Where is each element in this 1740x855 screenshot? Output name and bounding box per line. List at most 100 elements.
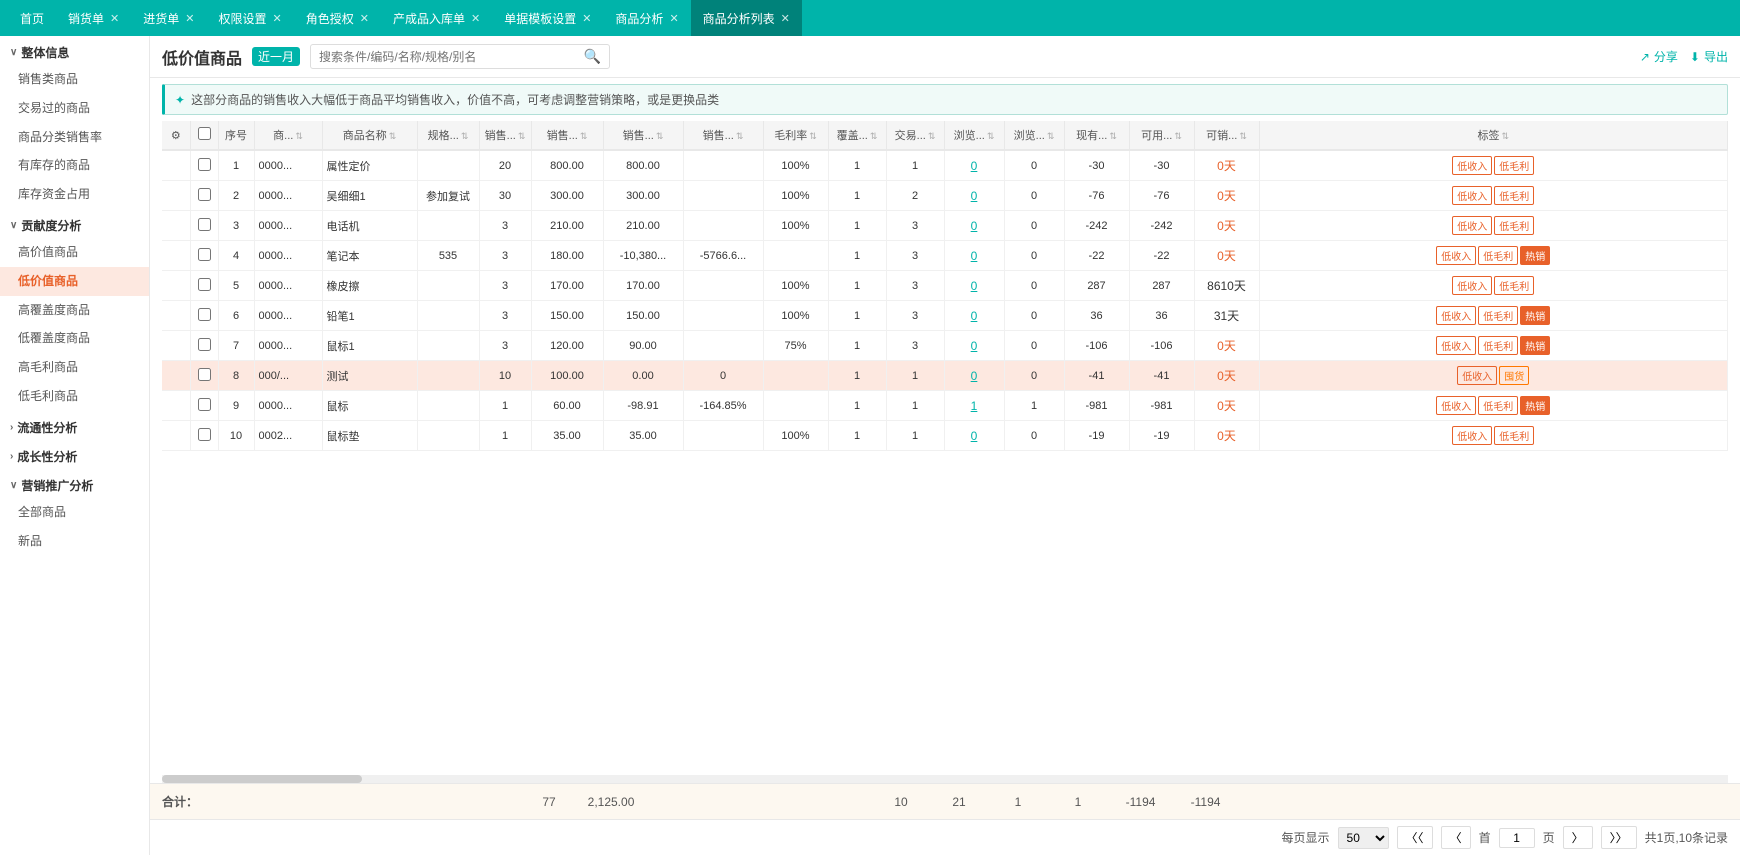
sidebar-item-sales-products[interactable]: 销售类商品 [0,65,149,94]
row-browse1[interactable]: 0 [944,271,1004,301]
row-check[interactable] [190,241,218,271]
sidebar-group-marketing[interactable]: ∨ 营销推广分析 [0,469,149,498]
row-browse1[interactable]: 0 [944,421,1004,451]
horizontal-scrollbar[interactable] [162,775,1728,783]
search-icon[interactable]: 🔍 [584,48,601,65]
col-amt2[interactable]: 销售...⇅ [603,121,683,150]
col-amt3[interactable]: 销售...⇅ [683,121,763,150]
row-checkbox[interactable] [198,398,211,411]
page-size-select[interactable]: 50 100 200 [1338,827,1389,849]
row-checkbox[interactable] [198,278,211,291]
col-spec[interactable]: 规格...⇅ [417,121,479,150]
sidebar-group-circulation[interactable]: › 流通性分析 [0,411,149,440]
sidebar-item-stocked-products[interactable]: 有库存的商品 [0,151,149,180]
row-checkbox[interactable] [198,428,211,441]
col-qty[interactable]: 销售...⇅ [479,121,531,150]
sidebar-item-category-sales-rate[interactable]: 商品分类销售率 [0,123,149,152]
row-check[interactable] [190,211,218,241]
sidebar-item-new-products[interactable]: 新品 [0,527,149,556]
sidebar-group-overall[interactable]: ∨ 整体信息 [0,36,149,65]
col-check-all[interactable] [190,121,218,150]
col-amt1[interactable]: 销售...⇅ [531,121,603,150]
first-page-button[interactable]: 〈〈 [1397,826,1433,849]
row-browse1[interactable]: 0 [944,181,1004,211]
nav-home[interactable]: 首页 [8,0,56,36]
row-check[interactable] [190,421,218,451]
row-browse1[interactable]: 0 [944,150,1004,181]
row-browse1[interactable]: 0 [944,331,1004,361]
nav-role-auth[interactable]: 角色授权 ✕ [294,0,381,36]
nav-template-settings[interactable]: 单据模板设置 ✕ [492,0,603,36]
close-icon[interactable]: ✕ [781,12,790,25]
row-check[interactable] [190,361,218,391]
select-all-checkbox[interactable] [198,127,211,140]
nav-purchase-order[interactable]: 进货单 ✕ [131,0,206,36]
row-browse1[interactable]: 0 [944,361,1004,391]
row-checkbox[interactable] [198,188,211,201]
col-name[interactable]: 商品名称⇅ [322,121,417,150]
col-gross-rate[interactable]: 毛利率⇅ [763,121,828,150]
search-input[interactable] [319,50,578,64]
col-gear[interactable]: ⚙ [162,121,190,150]
row-checkbox[interactable] [198,158,211,171]
row-check[interactable] [190,271,218,301]
nav-product-analysis-list[interactable]: 商品分析列表 ✕ [691,0,802,36]
sidebar-group-growth[interactable]: › 成长性分析 [0,440,149,469]
col-stock1[interactable]: 现有...⇅ [1064,121,1129,150]
sidebar-item-low-coverage[interactable]: 低覆盖度商品 [0,324,149,353]
row-browse1[interactable]: 1 [944,391,1004,421]
nav-product-analysis[interactable]: 商品分析 ✕ [603,0,690,36]
close-icon[interactable]: ✕ [360,12,369,25]
sidebar-item-traded-products[interactable]: 交易过的商品 [0,94,149,123]
close-icon[interactable]: ✕ [582,12,591,25]
close-icon[interactable]: ✕ [185,12,194,25]
row-checkbox[interactable] [198,248,211,261]
col-sellable[interactable]: 可销...⇅ [1194,121,1259,150]
nav-sales-order[interactable]: 销货单 ✕ [56,0,131,36]
col-cover[interactable]: 覆盖...⇅ [828,121,886,150]
row-checkbox[interactable] [198,218,211,231]
col-code[interactable]: 商...⇅ [254,121,322,150]
row-browse1[interactable]: 0 [944,211,1004,241]
sidebar-item-high-coverage[interactable]: 高覆盖度商品 [0,296,149,325]
sidebar-item-low-profit[interactable]: 低毛利商品 [0,382,149,411]
row-check[interactable] [190,181,218,211]
search-box[interactable]: 🔍 [310,44,610,69]
sidebar-item-stock-fund[interactable]: 库存资金占用 [0,180,149,209]
sidebar-group-contribution[interactable]: ∨ 贡献度分析 [0,209,149,238]
sidebar-item-low-value[interactable]: 低价值商品 [0,267,149,296]
col-trade[interactable]: 交易...⇅ [886,121,944,150]
nav-product-inbound[interactable]: 产成品入库单 ✕ [381,0,492,36]
row-check[interactable] [190,150,218,181]
col-browse2[interactable]: 浏览...⇅ [1004,121,1064,150]
sidebar-item-high-value[interactable]: 高价值商品 [0,238,149,267]
row-check[interactable] [190,301,218,331]
sidebar-item-all-products[interactable]: 全部商品 [0,498,149,527]
row-check[interactable] [190,331,218,361]
col-tags[interactable]: 标签⇅ [1259,121,1728,150]
prev-page-button[interactable]: 〈 [1441,826,1471,849]
col-browse1[interactable]: 浏览...⇅ [944,121,1004,150]
scrollbar-thumb[interactable] [162,775,362,783]
col-avail[interactable]: 可用...⇅ [1129,121,1194,150]
nav-permission-settings[interactable]: 权限设置 ✕ [206,0,293,36]
period-tag[interactable]: 近一月 [252,47,300,66]
last-page-button[interactable]: 〉〉 [1601,826,1637,849]
close-icon[interactable]: ✕ [273,12,282,25]
row-checkbox[interactable] [198,338,211,351]
close-icon[interactable]: ✕ [669,12,678,25]
sidebar-item-high-profit[interactable]: 高毛利商品 [0,353,149,382]
export-button[interactable]: ⬇ 导出 [1690,48,1728,65]
row-checkbox[interactable] [198,308,211,321]
page-number-input[interactable] [1499,828,1535,848]
next-page-button[interactable]: 〉 [1563,826,1593,849]
row-browse1[interactable]: 0 [944,241,1004,271]
row-browse1[interactable]: 0 [944,301,1004,331]
row-check[interactable] [190,391,218,421]
row-name: 橡皮擦 [322,271,417,301]
tag-badge: 低毛利 [1478,306,1518,325]
close-icon[interactable]: ✕ [471,12,480,25]
row-checkbox[interactable] [198,368,211,381]
share-button[interactable]: ↗ 分享 [1640,48,1678,65]
close-icon[interactable]: ✕ [110,12,119,25]
